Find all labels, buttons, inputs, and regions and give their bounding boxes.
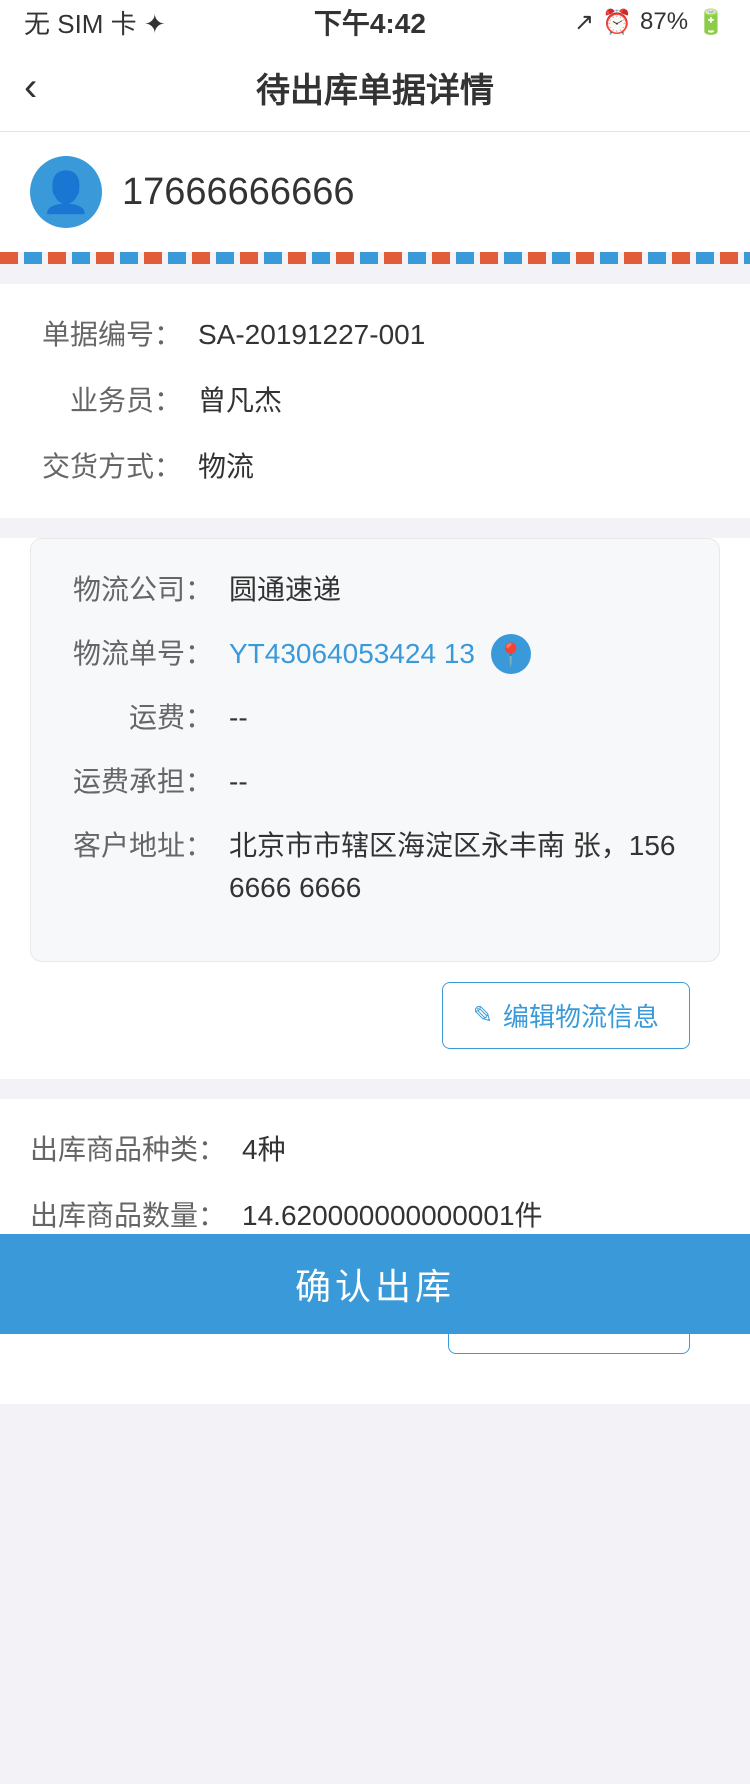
goods-quantity-value: 14.620000000000001件	[242, 1195, 720, 1237]
freight-row: 运费： --	[61, 697, 689, 739]
tracking-number-value: YT43064053424 13	[229, 633, 475, 675]
goods-quantity-row: 出库商品数量： 14.620000000000001件	[30, 1195, 720, 1237]
delivery-method-value: 物流	[198, 446, 720, 488]
logistics-wrapper: 物流公司： 圆通速递 物流单号： YT43064053424 13 📍 运费： …	[0, 538, 750, 1079]
alarm-icon: ⏰	[602, 8, 632, 37]
delivery-method-label: 交货方式：	[30, 446, 198, 488]
logistics-company-value: 圆通速递	[229, 569, 689, 611]
basic-info-section: 单据编号： SA-20191227-001 业务员： 曾凡杰 交货方式： 物流	[0, 284, 750, 518]
salesman-row: 业务员： 曾凡杰	[30, 380, 720, 422]
location-icon: ↗	[574, 8, 594, 37]
sim-wifi-text: 无 SIM 卡 ✦	[24, 4, 166, 41]
salesman-value: 曾凡杰	[198, 380, 720, 422]
tracking-row: YT43064053424 13 📍	[229, 633, 531, 675]
document-number-row: 单据编号： SA-20191227-001	[30, 314, 720, 356]
dashed-divider	[0, 252, 750, 264]
status-right: ↗ ⏰ 87% 🔋	[574, 8, 726, 37]
tracking-number-label: 物流单号：	[61, 633, 229, 675]
avatar: 👤	[30, 156, 102, 228]
logistics-company-row: 物流公司： 圆通速递	[61, 569, 689, 611]
status-time: 下午4:42	[314, 2, 426, 42]
logistics-section: 物流公司： 圆通速递 物流单号： YT43064053424 13 📍 运费： …	[30, 538, 720, 962]
user-phone: 17666666666	[122, 171, 354, 214]
salesman-label: 业务员：	[30, 380, 198, 422]
tracking-number-row: 物流单号： YT43064053424 13 📍	[61, 633, 689, 675]
goods-quantity-label: 出库商品数量：	[30, 1195, 242, 1237]
status-bar: 无 SIM 卡 ✦ 下午4:42 ↗ ⏰ 87% 🔋	[0, 0, 750, 44]
avatar-icon: 👤	[41, 169, 91, 216]
delivery-method-row: 交货方式： 物流	[30, 446, 720, 488]
freight-value: --	[229, 697, 689, 739]
logistics-company-label: 物流公司：	[61, 569, 229, 611]
freight-bearer-value: --	[229, 761, 689, 803]
address-value: 北京市市辖区海淀区永丰南 张，156 6666 6666	[229, 825, 689, 909]
goods-types-value: 4种	[242, 1129, 720, 1171]
user-section: 👤 17666666666	[0, 132, 750, 252]
confirm-button-area[interactable]: 确认出库	[0, 1234, 750, 1334]
status-left: 无 SIM 卡 ✦	[24, 4, 166, 41]
page-title: 待出库单据详情	[256, 63, 494, 112]
nav-bar: ‹ 待出库单据详情	[0, 44, 750, 132]
edit-icon: ✎	[473, 1001, 493, 1030]
address-label: 客户地址：	[61, 825, 229, 867]
freight-label: 运费：	[61, 697, 229, 739]
confirm-button-label: 确认出库	[295, 1258, 455, 1310]
edit-button-area: ✎ 编辑物流信息	[30, 982, 720, 1069]
section-divider	[0, 1079, 750, 1099]
address-row: 客户地址： 北京市市辖区海淀区永丰南 张，156 6666 6666	[61, 825, 689, 909]
edit-logistics-button[interactable]: ✎ 编辑物流信息	[442, 982, 690, 1049]
edit-logistics-label: 编辑物流信息	[503, 997, 659, 1034]
freight-bearer-row: 运费承担： --	[61, 761, 689, 803]
back-button[interactable]: ‹	[24, 65, 37, 110]
document-number-value: SA-20191227-001	[198, 314, 720, 356]
empty-area	[0, 1404, 750, 1684]
battery-text: 87%	[640, 8, 688, 36]
location-pin-icon[interactable]: 📍	[491, 634, 531, 674]
goods-types-row: 出库商品种类： 4种	[30, 1129, 720, 1171]
freight-bearer-label: 运费承担：	[61, 761, 229, 803]
document-number-label: 单据编号：	[30, 314, 198, 356]
goods-types-label: 出库商品种类：	[30, 1129, 242, 1171]
battery-icon: 🔋	[696, 8, 726, 37]
